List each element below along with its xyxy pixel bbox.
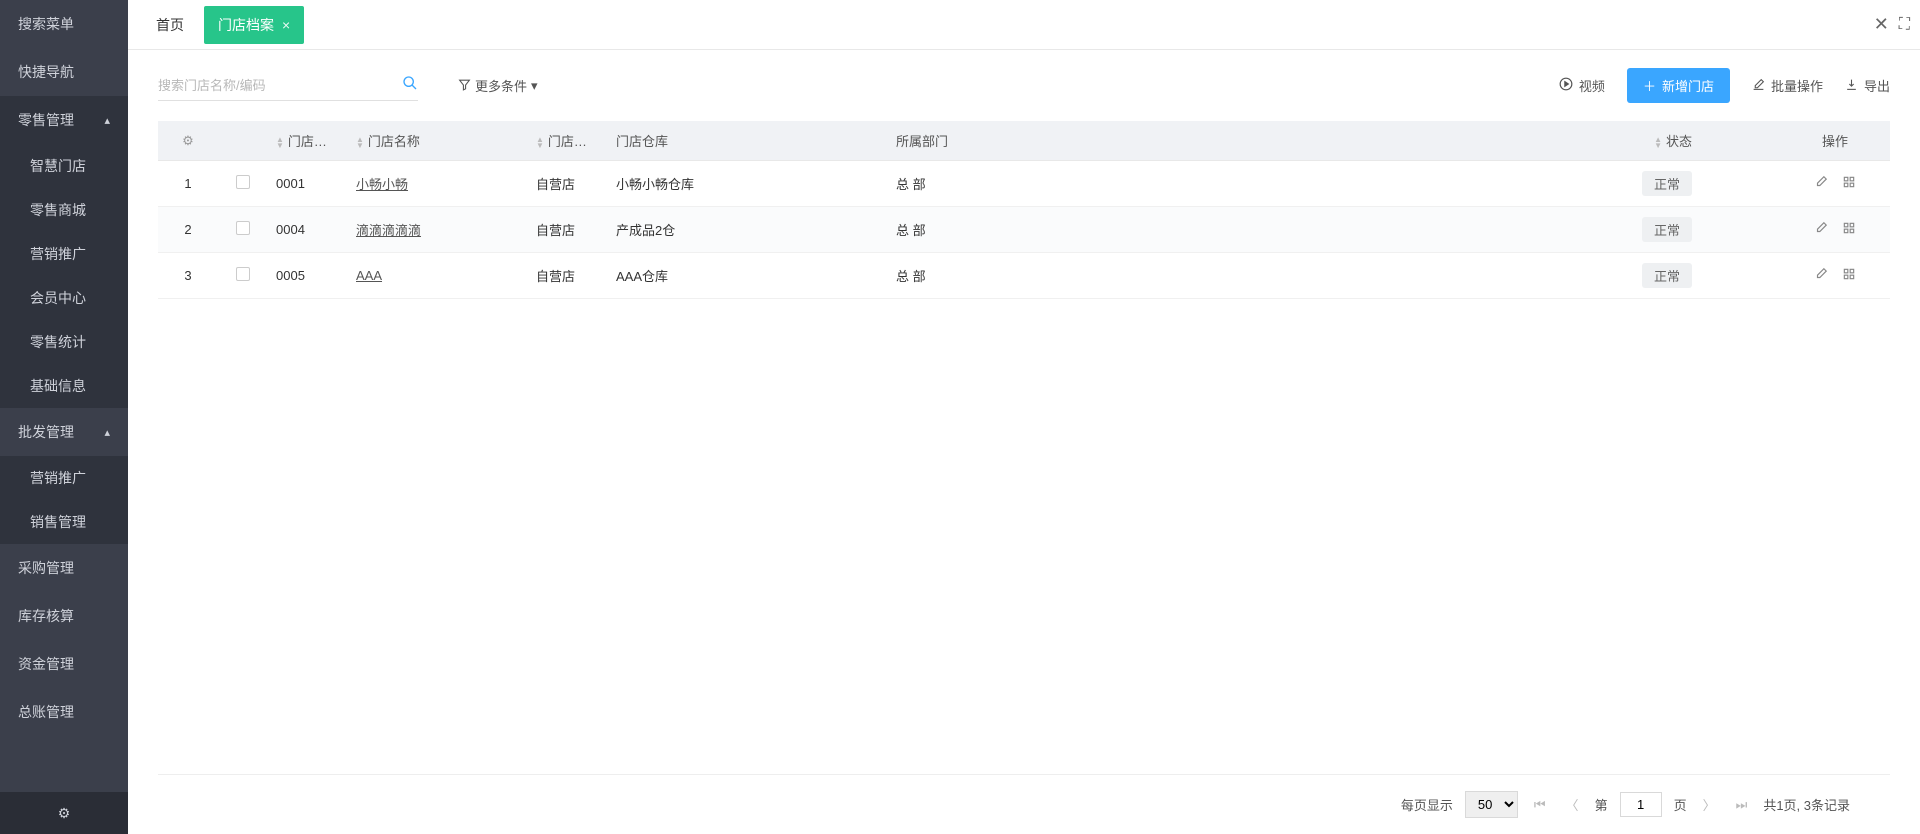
sidebar-item-search-menu[interactable]: 搜索菜单 <box>0 0 128 48</box>
sidebar-item-inventory[interactable]: 库存核算 <box>0 592 128 640</box>
add-store-button[interactable]: ＋ 新增门店 <box>1627 68 1730 103</box>
row-index: 3 <box>158 253 218 299</box>
cell-code: 0001 <box>268 161 348 207</box>
store-name-link[interactable]: AAA <box>356 268 382 283</box>
search-input[interactable] <box>158 78 402 93</box>
row-checkbox[interactable] <box>236 267 250 281</box>
status-badge: 正常 <box>1642 171 1692 196</box>
table-row: 2 0004 滴滴滴滴滴 自营店产成品2仓总 部 正常 <box>158 207 1890 253</box>
more-icon[interactable] <box>1842 175 1856 192</box>
cell-warehouse: AAA仓库 <box>608 253 888 299</box>
row-index: 1 <box>158 161 218 207</box>
edit-icon <box>1752 78 1765 94</box>
page-first-button[interactable]: ⏮ <box>1530 797 1550 813</box>
th-dept: 所属部门 <box>888 121 1148 161</box>
sidebar-item-quicknav[interactable]: 快捷导航 <box>0 48 128 96</box>
sidebar-item-sales-mgmt[interactable]: 销售管理 <box>0 500 128 544</box>
th-name[interactable]: ▲▼门店名称 <box>348 121 528 161</box>
sort-icon: ▲▼ <box>276 137 284 149</box>
main: 首页 门店档案 × ✕ ⛶ 更多条件 <box>128 0 1920 834</box>
sidebar-item-ledger[interactable]: 总账管理 <box>0 688 128 736</box>
tab-store-archive[interactable]: 门店档案 × <box>204 6 304 44</box>
play-icon <box>1559 77 1573 94</box>
row-checkbox[interactable] <box>236 221 250 235</box>
sidebar-item-retail-mall[interactable]: 零售商城 <box>0 188 128 232</box>
th-status[interactable]: ▲▼状态 <box>1148 121 1700 161</box>
cell-warehouse: 小畅小畅仓库 <box>608 161 888 207</box>
cell-code: 0004 <box>268 207 348 253</box>
store-name-link[interactable]: 滴滴滴滴滴 <box>356 223 421 238</box>
sort-icon: ▲▼ <box>1654 137 1662 149</box>
status-badge: 正常 <box>1642 217 1692 242</box>
more-filter-button[interactable]: 更多条件 ▾ <box>458 76 538 95</box>
export-button[interactable]: 导出 <box>1845 76 1890 95</box>
pager: 每页显示 50 ⏮ 〈 第 页 〉 ⏭ 共1页, 3条记录 <box>158 774 1890 834</box>
plus-icon: ＋ <box>1643 76 1656 95</box>
more-icon[interactable] <box>1842 267 1856 284</box>
more-icon[interactable] <box>1842 221 1856 238</box>
sidebar-item-basic-info[interactable]: 基础信息 <box>0 364 128 408</box>
sidebar-item-wholesale-mgmt[interactable]: 批发管理 <box>0 408 128 456</box>
cell-dept: 总 部 <box>888 207 1148 253</box>
search-icon[interactable] <box>402 75 418 96</box>
cell-dept: 总 部 <box>888 161 1148 207</box>
sidebar-item-funds[interactable]: 资金管理 <box>0 640 128 688</box>
per-page-label: 每页显示 <box>1401 795 1453 814</box>
toolbar: 更多条件 ▾ 视频 ＋ 新增门店 批量操作 <box>128 50 1920 121</box>
close-icon[interactable]: × <box>282 17 290 33</box>
page-prev-button[interactable]: 〈 <box>1562 795 1583 814</box>
cell-type: 自营店 <box>528 161 608 207</box>
search-box <box>158 71 418 101</box>
table-wrap: ⚙ ▲▼门店… ▲▼门店名称 ▲▼门店… 门店仓库 所属部门 ▲▼状态 操作 1… <box>128 121 1920 774</box>
table-row: 3 0005 AAA 自营店AAA仓库总 部 正常 <box>158 253 1890 299</box>
cell-type: 自营店 <box>528 253 608 299</box>
gear-icon: ⚙ <box>58 805 71 822</box>
page-next-button[interactable]: 〉 <box>1699 795 1720 814</box>
sidebar-item-marketing[interactable]: 营销推广 <box>0 232 128 276</box>
sort-icon: ▲▼ <box>536 137 544 149</box>
row-index: 2 <box>158 207 218 253</box>
th-code[interactable]: ▲▼门店… <box>268 121 348 161</box>
cell-code: 0005 <box>268 253 348 299</box>
batch-ops-button[interactable]: 批量操作 <box>1752 76 1823 95</box>
sidebar-settings[interactable]: ⚙ <box>0 792 128 834</box>
th-ops: 操作 <box>1780 121 1890 161</box>
cell-dept: 总 部 <box>888 253 1148 299</box>
sort-icon: ▲▼ <box>356 137 364 149</box>
sidebar: 搜索菜单 快捷导航 零售管理 智慧门店 零售商城 营销推广 会员中心 零售统计 … <box>0 0 128 834</box>
sidebar-item-member-center[interactable]: 会员中心 <box>0 276 128 320</box>
close-all-icon[interactable]: ✕ <box>1874 14 1889 35</box>
page-last-button[interactable]: ⏭ <box>1732 797 1752 813</box>
per-page-select[interactable]: 50 <box>1465 791 1518 818</box>
th-type[interactable]: ▲▼门店… <box>528 121 608 161</box>
cell-warehouse: 产成品2仓 <box>608 207 888 253</box>
tabbar: 首页 门店档案 × ✕ ⛶ <box>128 0 1920 50</box>
sidebar-item-purchase-mgmt[interactable]: 采购管理 <box>0 544 128 592</box>
row-checkbox[interactable] <box>236 175 250 189</box>
store-name-link[interactable]: 小畅小畅 <box>356 177 408 192</box>
table-row: 1 0001 小畅小畅 自营店小畅小畅仓库总 部 正常 <box>158 161 1890 207</box>
edit-icon[interactable] <box>1814 175 1828 192</box>
sidebar-item-retail-stats[interactable]: 零售统计 <box>0 320 128 364</box>
tab-home[interactable]: 首页 <box>136 0 204 50</box>
video-button[interactable]: 视频 <box>1559 76 1605 95</box>
edit-icon[interactable] <box>1814 267 1828 284</box>
sidebar-item-retail-mgmt[interactable]: 零售管理 <box>0 96 128 144</box>
gear-icon[interactable]: ⚙ <box>182 133 194 149</box>
sidebar-item-wholesale-marketing[interactable]: 营销推广 <box>0 456 128 500</box>
filter-icon <box>458 78 471 94</box>
store-table: ⚙ ▲▼门店… ▲▼门店名称 ▲▼门店… 门店仓库 所属部门 ▲▼状态 操作 1… <box>158 121 1890 299</box>
fullscreen-icon[interactable]: ⛶ <box>1899 16 1910 34</box>
sidebar-item-smart-store[interactable]: 智慧门店 <box>0 144 128 188</box>
edit-icon[interactable] <box>1814 221 1828 238</box>
status-badge: 正常 <box>1642 263 1692 288</box>
chevron-down-icon: ▾ <box>531 78 538 94</box>
th-warehouse: 门店仓库 <box>608 121 888 161</box>
pager-summary: 共1页, 3条记录 <box>1763 795 1850 814</box>
cell-type: 自营店 <box>528 207 608 253</box>
export-icon <box>1845 78 1858 94</box>
page-input[interactable] <box>1620 792 1662 817</box>
